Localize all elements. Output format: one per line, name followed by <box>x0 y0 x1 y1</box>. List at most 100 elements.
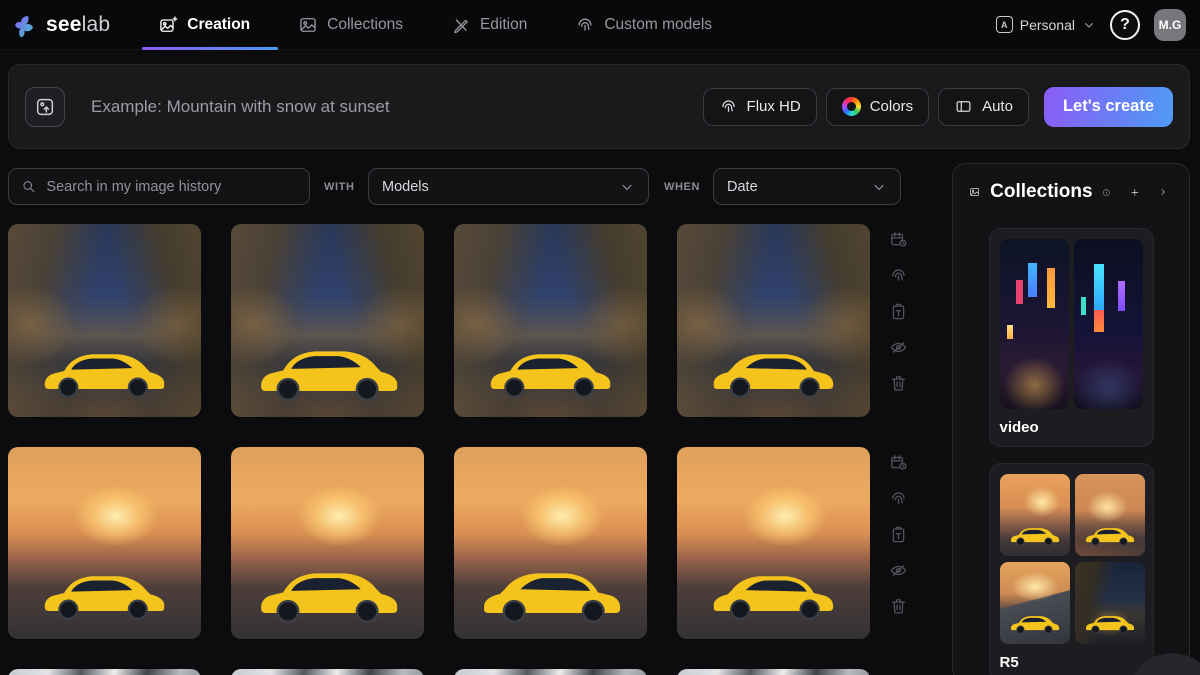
image-plus-icon <box>158 15 178 35</box>
image-icon <box>969 181 980 203</box>
date-filter-dropdown[interactable]: Date <box>713 168 901 205</box>
fingerprint-icon <box>575 15 595 35</box>
car-illustration <box>481 339 620 400</box>
collapse-panel-icon[interactable] <box>1159 184 1167 200</box>
prompt-panel: Example: Mountain with snow at sunset Fl… <box>8 64 1190 149</box>
model-fingerprint-icon[interactable] <box>889 489 908 508</box>
nav-label: Creation <box>187 16 250 34</box>
models-filter-value: Models <box>382 179 429 195</box>
notebook-a-icon: A <box>996 16 1013 33</box>
history-image[interactable] <box>8 224 201 417</box>
collection-thumbnail <box>1000 474 1070 556</box>
avatar-initials: M.G <box>1159 18 1182 32</box>
collection-thumbnail <box>1075 562 1145 644</box>
history-image[interactable] <box>454 669 647 675</box>
calendar-clock-icon[interactable] <box>889 230 908 249</box>
car-illustration <box>35 561 174 622</box>
copy-prompt-icon[interactable] <box>889 525 908 544</box>
collections-header: Collections <box>953 164 1189 215</box>
car-illustration <box>1082 610 1138 635</box>
calendar-clock-icon[interactable] <box>889 453 908 472</box>
history-image[interactable] <box>677 669 870 675</box>
delete-icon[interactable] <box>889 374 908 393</box>
nav-item-edition[interactable]: Edition <box>439 0 539 50</box>
workspace-selector[interactable]: A Personal <box>996 16 1096 33</box>
hide-image-icon[interactable] <box>889 338 908 357</box>
workspace-name: Personal <box>1020 17 1075 33</box>
aspect-ratio-icon <box>954 97 973 116</box>
nav-label: Collections <box>327 16 403 34</box>
brand-name: seelab <box>46 13 110 37</box>
car-illustration <box>35 339 174 400</box>
chevron-down-icon <box>871 179 887 195</box>
model-fingerprint-icon[interactable] <box>889 266 908 285</box>
collection-name: R5 <box>1000 654 1143 671</box>
search-input[interactable] <box>46 179 297 195</box>
history-image[interactable] <box>231 669 424 675</box>
car-illustration <box>704 339 843 400</box>
edit-tools-icon <box>451 15 471 35</box>
models-filter-dropdown[interactable]: Models <box>368 168 649 205</box>
prompt-actions: Flux HD Colors Auto Let's create <box>703 87 1173 127</box>
info-icon[interactable] <box>1102 184 1111 201</box>
search-icon <box>21 178 36 195</box>
format-label: Auto <box>982 98 1013 115</box>
collection-thumbnails <box>1000 474 1143 644</box>
brand-logo[interactable]: seelab <box>14 12 110 38</box>
history-image[interactable] <box>8 447 201 639</box>
with-label: WITH <box>324 168 355 205</box>
account-area: A Personal ? M.G <box>996 9 1186 41</box>
top-bar: seelab Creation Collections Edition Cust… <box>0 0 1200 50</box>
nav-item-custom-models[interactable]: Custom models <box>563 0 724 50</box>
image-icon <box>298 15 318 35</box>
collections-panel: Collections video R5 <box>952 163 1190 675</box>
collection-thumbnail <box>1000 239 1069 409</box>
history-image[interactable] <box>454 447 647 639</box>
model-select-button[interactable]: Flux HD <box>703 88 817 126</box>
history-image[interactable] <box>454 224 647 417</box>
collection-thumbnail <box>1000 562 1070 644</box>
nav-item-collections[interactable]: Collections <box>286 0 415 50</box>
row-actions-group-1 <box>889 230 909 393</box>
help-button[interactable]: ? <box>1110 10 1140 40</box>
history-image[interactable] <box>677 447 870 639</box>
history-image[interactable] <box>231 224 424 417</box>
image-history-grid <box>8 224 870 675</box>
nav-item-creation[interactable]: Creation <box>146 0 262 50</box>
car-illustration <box>1007 610 1063 635</box>
prompt-input[interactable]: Example: Mountain with snow at sunset <box>91 97 703 117</box>
chevron-down-icon <box>1082 18 1096 32</box>
car-illustration <box>473 556 631 626</box>
add-collection-icon[interactable] <box>1130 183 1140 202</box>
car-illustration <box>704 561 843 622</box>
nav-label: Custom models <box>604 16 712 34</box>
collection-card-r5[interactable]: R5 <box>989 463 1154 675</box>
collections-title: Collections <box>990 181 1092 203</box>
format-auto-button[interactable]: Auto <box>938 88 1029 126</box>
collection-name: video <box>1000 419 1143 436</box>
history-image[interactable] <box>8 669 201 675</box>
colors-button[interactable]: Colors <box>826 88 929 126</box>
collection-thumbnail <box>1074 239 1143 409</box>
hide-image-icon[interactable] <box>889 561 908 580</box>
when-label: WHEN <box>664 168 700 205</box>
collection-thumbnails <box>1000 239 1143 409</box>
collection-card-video[interactable]: video <box>989 228 1154 447</box>
model-select-label: Flux HD <box>747 98 801 115</box>
history-image[interactable] <box>231 447 424 639</box>
user-avatar[interactable]: M.G <box>1154 9 1186 41</box>
colors-label: Colors <box>870 98 913 115</box>
lets-create-button[interactable]: Let's create <box>1044 87 1173 127</box>
car-illustration <box>1007 522 1063 547</box>
history-image[interactable] <box>677 224 870 417</box>
date-filter-value: Date <box>727 179 758 195</box>
copy-prompt-icon[interactable] <box>889 302 908 321</box>
delete-icon[interactable] <box>889 597 908 616</box>
color-wheel-icon <box>842 97 861 116</box>
fingerprint-icon <box>719 97 738 116</box>
history-search[interactable] <box>8 168 310 205</box>
seelab-logo-icon <box>14 12 40 38</box>
upload-image-button[interactable] <box>25 87 65 127</box>
chevron-down-icon <box>619 179 635 195</box>
car-illustration <box>250 556 408 626</box>
